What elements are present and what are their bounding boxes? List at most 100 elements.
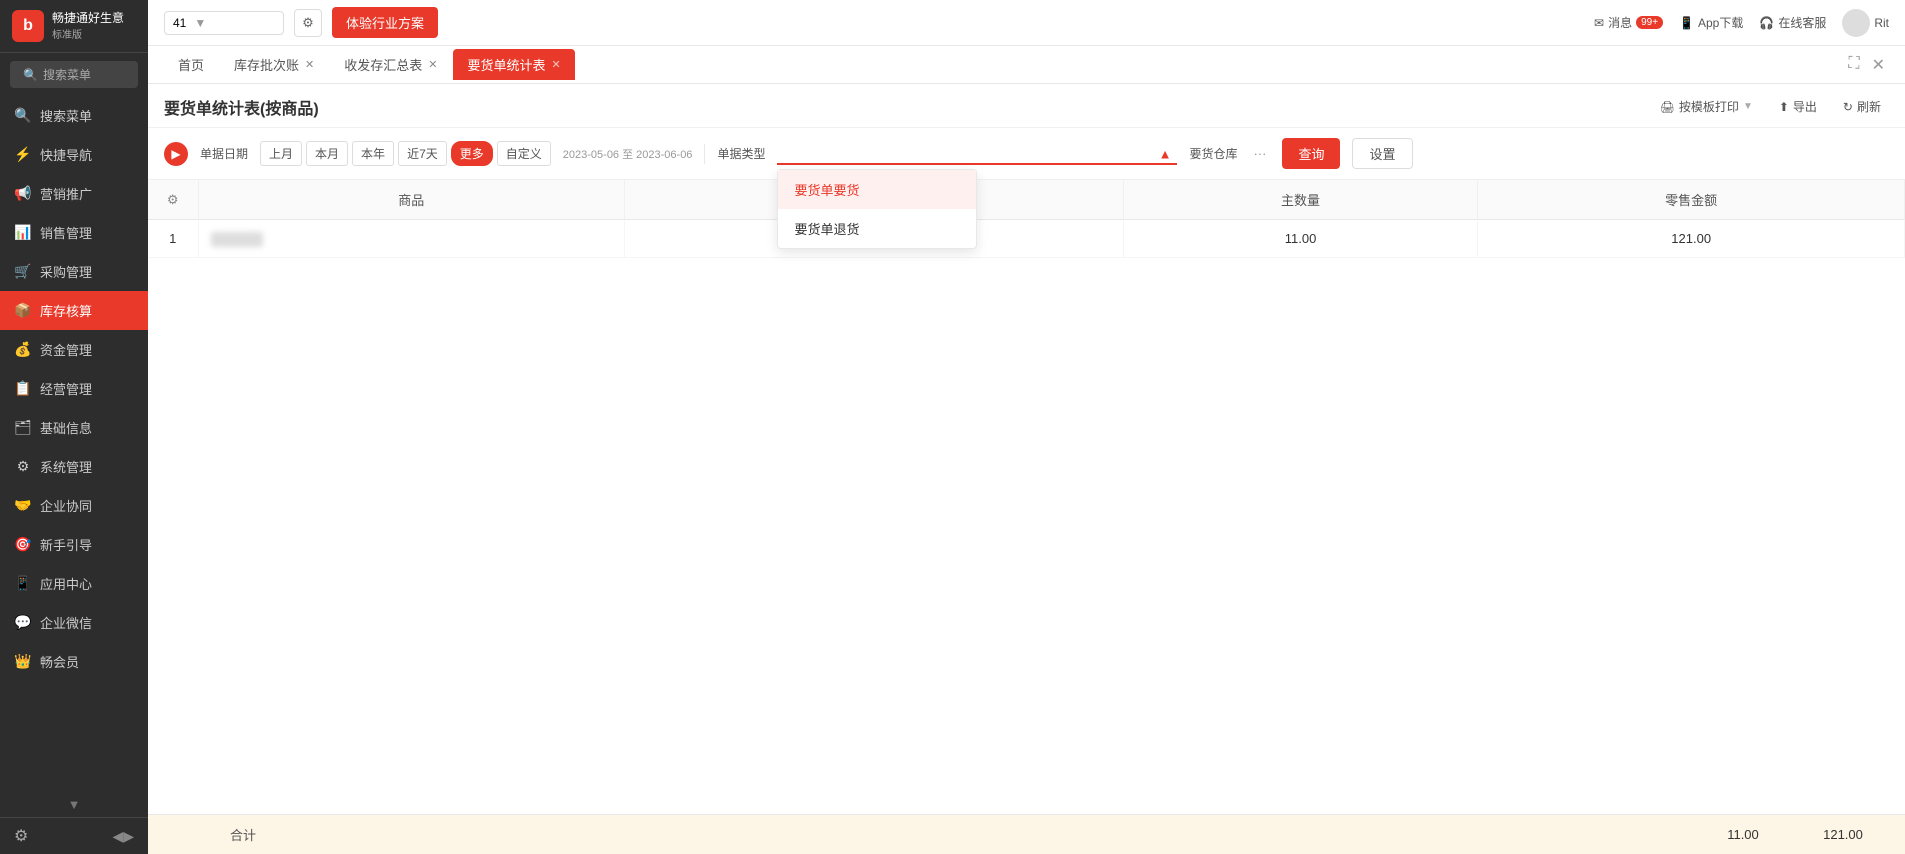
footer-amount: 121.00 [1793, 827, 1893, 842]
tab-close-inventory-batch[interactable]: ✕ [305, 58, 314, 71]
cell-amount: 121.00 [1478, 220, 1905, 258]
sales-icon: 📊 [14, 224, 32, 241]
footer-qty: 11.00 [1693, 827, 1793, 842]
operation-icon: 📋 [14, 380, 32, 397]
sidebar-item-system[interactable]: ⚙系统管理 [0, 447, 148, 486]
type-filter-arrow[interactable]: ▲ [1159, 146, 1172, 161]
sidebar-logo: b 畅捷通好生意 标准版 [0, 0, 148, 53]
sidebar-settings-icon[interactable]: ⚙ [14, 826, 28, 846]
cell-product: 商品名称 [198, 220, 625, 258]
table-header-row: ⚙ 商品 主计量单位 主数量 零售金额 [148, 180, 1905, 220]
more-dates-btn[interactable]: 更多 [451, 141, 493, 166]
export-icon: ⬆ [1779, 100, 1789, 114]
footer-values: 11.00 121.00 [1693, 827, 1893, 842]
sidebar-item-purchase[interactable]: 🛒采购管理 [0, 252, 148, 291]
sidebar-item-newbie[interactable]: 🎯新手引导 [0, 525, 148, 564]
date-filter-label: 单据日期 [200, 145, 248, 162]
cell-index: 1 [148, 220, 198, 258]
tab-label-home: 首页 [178, 55, 204, 74]
sidebar-bottom: ⚙ ◀▶ [0, 817, 148, 854]
tab-label-receipt-summary: 收发存汇总表 [344, 55, 422, 74]
column-product-header: 商品 [198, 180, 625, 220]
date-range-display: 2023-05-06 至 2023-06-06 [563, 146, 693, 162]
sidebar-item-finance[interactable]: 💰资金管理 [0, 330, 148, 369]
tab-close-receipt-summary[interactable]: ✕ [428, 58, 437, 71]
sidebar-item-member[interactable]: 👑畅会员 [0, 642, 148, 681]
online-service-button[interactable]: 🎧 在线客服 [1759, 14, 1826, 31]
filter-expand-button[interactable]: ▶ [164, 142, 188, 166]
app-download-button[interactable]: 📱 App下载 [1679, 14, 1743, 31]
tab-home[interactable]: 首页 [164, 49, 218, 80]
sidebar-collapse-icon[interactable]: ◀▶ [112, 828, 134, 845]
page-header: 要货单统计表(按商品) 🖨 按模板打印 ▼ ⬆ 导出 ↻ 刷新 [148, 84, 1905, 128]
sidebar-nav: 🔍搜索菜单⚡快捷导航📢营销推广📊销售管理🛒采购管理📦库存核算💰资金管理📋经营管理… [0, 96, 148, 792]
type-dropdown-menu: 要货单要货 要货单退货 [777, 169, 977, 249]
trial-button[interactable]: 体验行业方案 [332, 7, 438, 38]
store-selector[interactable]: 41 ▼ [164, 11, 284, 35]
last-month-btn[interactable]: 上月 [260, 141, 302, 166]
column-settings-header[interactable]: ⚙ [148, 180, 198, 220]
tab-receipt-summary[interactable]: 收发存汇总表 ✕ [330, 49, 451, 80]
inventory-icon: 📦 [14, 302, 32, 319]
date-buttons: 上月 本月 本年 近7天 更多 自定义 [260, 141, 551, 166]
sidebar-item-inventory[interactable]: 📦库存核算 [0, 291, 148, 330]
footer-total-label: 合计 [210, 825, 1693, 844]
type-filter-input[interactable] [777, 142, 1177, 165]
logo-icon: b [12, 10, 44, 42]
sidebar-scroll-down[interactable]: ▼ [0, 792, 148, 817]
basic-icon: 🗂 [14, 419, 32, 436]
refresh-icon: ↻ [1843, 100, 1853, 114]
tab-close-all-button[interactable]: ✕ [1868, 53, 1889, 77]
content-area: 要货单统计表(按商品) 🖨 按模板打印 ▼ ⬆ 导出 ↻ 刷新 ▶ [148, 84, 1905, 854]
type-option-order-goods[interactable]: 要货单要货 [778, 170, 976, 209]
message-button[interactable]: ✉ 消息 99+ [1594, 14, 1663, 31]
sidebar-search[interactable]: 🔍 搜索菜单 [10, 61, 138, 88]
tab-close-order-summary[interactable]: ✕ [552, 58, 561, 71]
page-title: 要货单统计表(按商品) [164, 95, 319, 119]
sidebar-item-marketing[interactable]: 📢营销推广 [0, 174, 148, 213]
sidebar-item-wechat[interactable]: 💬企业微信 [0, 603, 148, 642]
quicknav-icon: ⚡ [14, 146, 32, 163]
sidebar-item-search[interactable]: 🔍搜索菜单 [0, 96, 148, 135]
topbar-right: ✉ 消息 99+ 📱 App下载 🎧 在线客服 Rit [1594, 9, 1889, 37]
headset-icon: 🎧 [1759, 16, 1774, 30]
type-option-order-return[interactable]: 要货单退货 [778, 209, 976, 248]
data-table: ⚙ 商品 主计量单位 主数量 零售金额 1 商品名称 块 11.00 121.0… [148, 180, 1905, 258]
message-icon: ✉ [1594, 16, 1604, 30]
system-icon: ⚙ [14, 458, 32, 475]
settings-button[interactable]: 设置 [1352, 138, 1412, 169]
filter-separator [704, 144, 705, 164]
this-month-btn[interactable]: 本月 [306, 141, 348, 166]
refresh-button[interactable]: ↻ 刷新 [1835, 94, 1889, 119]
export-button[interactable]: ⬆ 导出 [1771, 94, 1825, 119]
last-7-days-btn[interactable]: 近7天 [398, 141, 447, 166]
sidebar-item-appstore[interactable]: 📱应用中心 [0, 564, 148, 603]
logo-text: 畅捷通好生意 标准版 [52, 11, 124, 42]
warehouse-filter-dots[interactable]: ··· [1249, 146, 1270, 161]
sidebar-item-enterprise[interactable]: 🤝企业协同 [0, 486, 148, 525]
tab-inventory-batch[interactable]: 库存批次账✕ [220, 49, 328, 80]
sidebar-item-operation[interactable]: 📋经营管理 [0, 369, 148, 408]
page-actions: 🖨 按模板打印 ▼ ⬆ 导出 ↻ 刷新 [1652, 94, 1889, 119]
finance-icon: 💰 [14, 341, 32, 358]
appstore-icon: 📱 [14, 575, 32, 592]
marketing-icon: 📢 [14, 185, 32, 202]
custom-date-btn[interactable]: 自定义 [497, 141, 551, 166]
print-button[interactable]: 🖨 按模板打印 ▼ [1652, 94, 1761, 119]
sidebar-item-basic[interactable]: 🗂基础信息 [0, 408, 148, 447]
sidebar-item-quicknav[interactable]: ⚡快捷导航 [0, 135, 148, 174]
print-icon: 🖨 [1660, 100, 1675, 114]
sidebar: b 畅捷通好生意 标准版 🔍 搜索菜单 🔍搜索菜单⚡快捷导航📢营销推广📊销售管理… [0, 0, 148, 854]
tab-maximize-button[interactable]: ⛶ [1844, 53, 1863, 77]
user-avatar[interactable]: Rit [1842, 9, 1889, 37]
tab-order-summary[interactable]: 要货单统计表✕ [453, 49, 574, 80]
topbar-gear-button[interactable]: ⚙ [294, 9, 322, 37]
sidebar-item-sales[interactable]: 📊销售管理 [0, 213, 148, 252]
this-year-btn[interactable]: 本年 [352, 141, 394, 166]
filter-row: ▶ 单据日期 上月 本月 本年 近7天 更多 自定义 2023-05-06 至 … [148, 128, 1905, 180]
newbie-icon: 🎯 [14, 536, 32, 553]
wechat-icon: 💬 [14, 614, 32, 631]
topbar: 41 ▼ ⚙ 体验行业方案 ✉ 消息 99+ 📱 App下载 🎧 在线客服 R [148, 0, 1905, 46]
query-button[interactable]: 查询 [1282, 138, 1340, 169]
warehouse-filter-label: 要货仓库 [1189, 145, 1237, 162]
